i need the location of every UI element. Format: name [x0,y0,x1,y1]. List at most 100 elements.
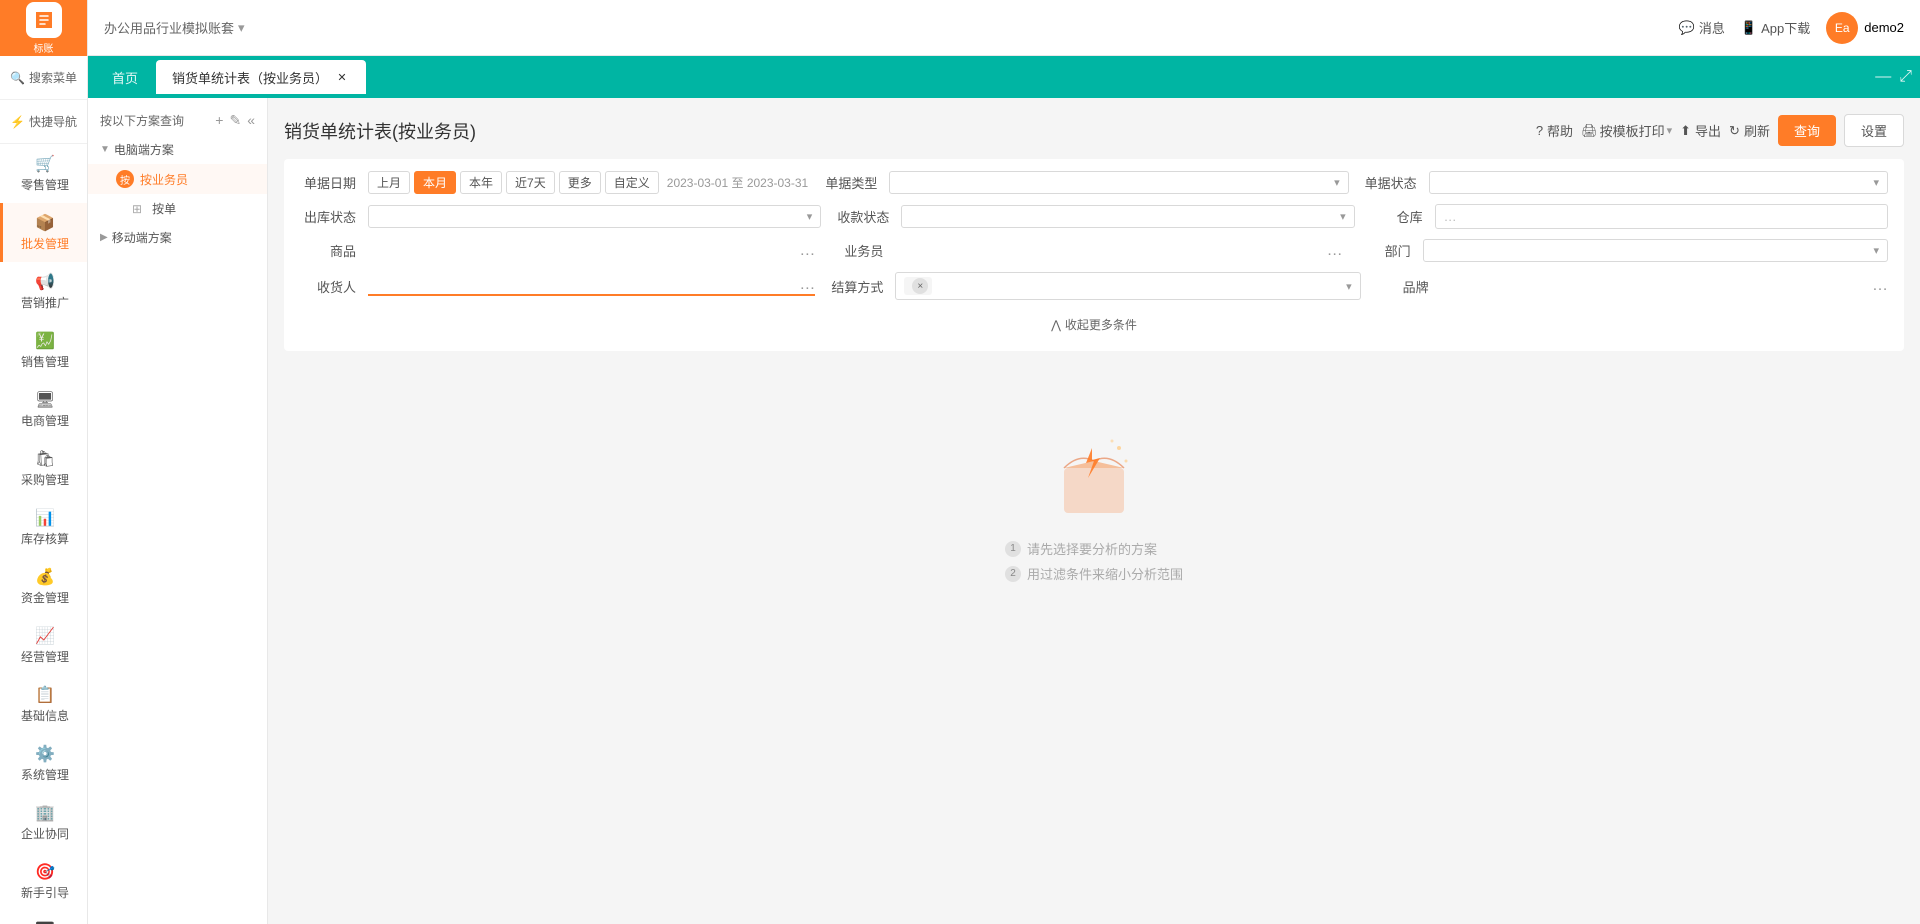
export-icon: ⬆ [1680,123,1691,139]
tree-mobile: ▶ 移动端方案 [88,223,267,252]
empty-state: 1 请先选择要分析的方案 2 用过滤条件来缩小分析范围 [284,363,1904,643]
tab-close-button[interactable]: ✕ [334,69,350,85]
consignee-control: … [368,276,815,296]
base-icon: 📋 [35,685,55,705]
sidebar-item-apps[interactable]: 🔲应用中心 [0,911,87,924]
sidebar-item-ecom[interactable]: 🖥电商管理 [0,380,87,439]
warehouse-select[interactable]: … [1435,204,1888,229]
salesperson-dots[interactable]: … [1327,242,1343,260]
sidebar-search-section: 🔍 搜索菜单 [0,56,87,100]
date-range-text: 2023-03-01 至 2023-03-31 [667,174,808,191]
collapse-label: 收起更多条件 [1065,316,1137,333]
doc-status-label: 单据状态 [1361,173,1417,192]
step-num-2: 2 [1005,566,1021,582]
export-button[interactable]: ⬆ 导出 [1680,121,1721,140]
sidebar-item-sys[interactable]: ⚙️系统管理 [0,734,87,793]
tab-sales-stat[interactable]: 销货单统计表（按业务员） ✕ [156,60,366,94]
doc-type-select[interactable]: ▾ [889,171,1348,194]
tab-minimize-button[interactable]: — [1875,68,1891,86]
goods-label: 商品 [300,241,356,260]
payment-select[interactable]: × ▾ [895,272,1360,300]
left-panel-header: 按以下方案查询 + ✎ « [88,106,267,135]
tree-mobile-label: 移动端方案 [112,229,172,246]
tree-child-by-sales[interactable]: 按 按业务员 [88,164,267,194]
sales-icon: 💹 [35,331,55,351]
goods-control: … [368,242,815,260]
edit-scheme-button[interactable]: ✎ [229,112,241,129]
left-panel: 按以下方案查询 + ✎ « ▼ 电脑端方案 按 按业务员 ⊞ 按 [88,98,268,924]
out-status-label: 出库状态 [300,207,356,226]
receipt-status-label: 收款状态 [833,207,889,226]
receipt-status-select[interactable]: ▾ [901,205,1354,228]
dept-select[interactable]: ▾ [1423,239,1888,262]
doc-status-select[interactable]: ▾ [1429,171,1888,194]
sidebar-item-corp[interactable]: 🏢企业协同 [0,793,87,852]
message-button[interactable]: 💬 消息 [1679,18,1725,37]
add-scheme-button[interactable]: + [215,112,223,129]
filter-row-4: 收货人 … 结算方式 × ▾ 品牌 [300,272,1888,300]
print-button[interactable]: 🖨 按模板打印 ▾ [1581,121,1672,140]
date-this-month[interactable]: 本月 [414,171,456,194]
sidebar-item-retail[interactable]: 🛒零售管理 [0,144,87,203]
by-order-icon: ⊞ [132,202,142,216]
topbar-dropdown-icon[interactable]: ▾ [238,20,245,36]
topbar-title: 办公用品行业模拟账套 ▾ [104,18,1663,37]
quicknav-icon: ⚡ [10,115,25,129]
doc-type-label: 单据类型 [821,173,877,192]
sidebar-item-inventory[interactable]: 📊库存核算 [0,498,87,557]
sidebar-item-base[interactable]: 📋基础信息 [0,675,87,734]
sidebar-nav-label: 资金管理 [21,589,69,606]
collapse-panel-button[interactable]: « [247,112,255,129]
corp-icon: 🏢 [35,803,55,823]
wholesale-icon: 📦 [35,213,55,233]
print-dropdown-icon: ▾ [1667,124,1673,137]
sidebar-item-biz[interactable]: 📈经营管理 [0,616,87,675]
brand-control: … [1441,277,1888,295]
tab-home[interactable]: 首页 [96,60,154,94]
tab-expand-button[interactable]: ⤢ [1899,68,1912,86]
settings-button[interactable]: 设置 [1844,114,1904,147]
date-last-7[interactable]: 近7天 [506,171,555,194]
tree-parent-mobile[interactable]: ▶ 移动端方案 [88,223,267,252]
doc-type-arrow: ▾ [1334,176,1340,189]
date-last-month[interactable]: 上月 [368,171,410,194]
quicknav-button[interactable]: ⚡ 快捷导航 [6,108,81,135]
app-download-button[interactable]: 📱 App下载 [1741,18,1810,37]
sidebar-item-newbie[interactable]: 🎯新手引导 [0,852,87,911]
sidebar-item-marketing[interactable]: 📢营销推广 [0,262,87,321]
date-this-year[interactable]: 本年 [460,171,502,194]
user-menu[interactable]: Ea demo2 [1826,12,1904,44]
sidebar-item-finance[interactable]: 💰资金管理 [0,557,87,616]
print-icon: 🖨 [1581,123,1598,139]
sidebar-nav-label: 经营管理 [21,648,69,665]
tree-parent-pc[interactable]: ▼ 电脑端方案 [88,135,267,164]
payment-clear[interactable]: × [912,278,928,294]
collapse-button[interactable]: ⋀ 收起更多条件 [300,310,1888,339]
out-status-select[interactable]: ▾ [368,205,821,228]
date-more[interactable]: 更多 [559,171,601,194]
logo-icon [26,2,62,38]
refresh-button[interactable]: ↻ 刷新 [1729,121,1770,140]
query-button[interactable]: 查询 [1778,115,1836,146]
salesperson-control: … [895,242,1342,260]
sidebar-item-sales[interactable]: 💹 销售管理 [0,321,87,380]
sidebar-item-purchase[interactable]: 🛍采购管理 [0,439,87,498]
tree-child-by-order[interactable]: ⊞ 按单 [88,194,267,223]
search-menu-button[interactable]: 🔍 搜索菜单 [6,64,81,91]
brand-dots[interactable]: … [1872,277,1888,295]
warehouse-value: … [1444,209,1879,224]
help-icon: ? [1536,123,1543,138]
logo[interactable]: 标账 [0,0,87,56]
goods-dots[interactable]: … [799,242,815,260]
sidebar-nav-label: 批发管理 [21,235,69,252]
consignee-dots[interactable]: … [799,276,815,294]
date-control: 上月 本月 本年 近7天 更多 自定义 2023-03-01 至 2023-03… [368,171,809,194]
sidebar-nav: 🛒零售管理 📦 批发管理 📢营销推广 💹 销售管理 🖥电商管理🛍采购管理📊库存核算💰资金管理… [0,144,87,924]
sidebar-item-wholesale[interactable]: 📦 批发管理 [0,203,87,262]
sidebar-nav-label: 销售管理 [21,353,69,370]
date-custom[interactable]: 自定义 [605,171,659,194]
step-num-1: 1 [1005,541,1021,557]
page-title-text: 销货单统计表(按业务员) [284,118,476,144]
filter-row-1: 单据日期 上月 本月 本年 近7天 更多 自定义 2023-03-01 至 20… [300,171,1888,194]
help-button[interactable]: ? 帮助 [1536,121,1573,140]
